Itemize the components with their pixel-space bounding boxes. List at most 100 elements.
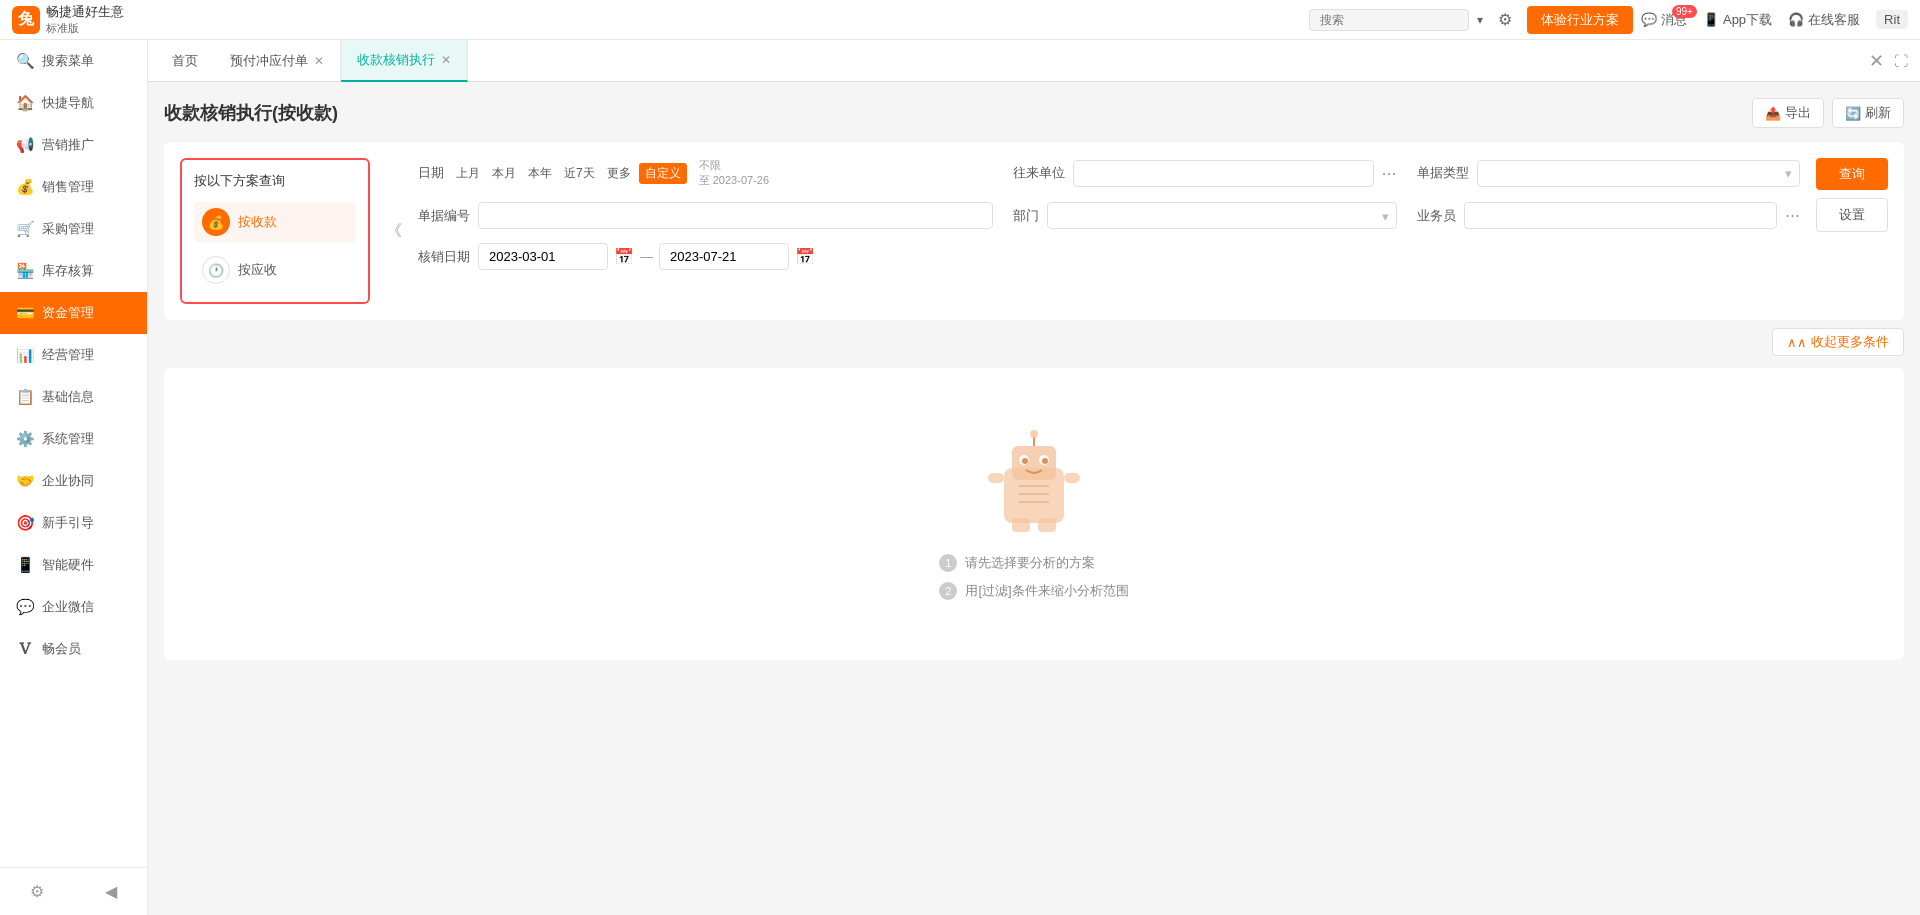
filter-row-2: 单据编号 部门 ▾ [418, 202, 1800, 229]
date-option-custom[interactable]: 自定义 [639, 163, 687, 184]
tip1-num: 1 [939, 554, 957, 572]
sidebar-item-finance[interactable]: 💳 资金管理 [0, 292, 147, 334]
document-type-select-wrap: ▾ [1477, 160, 1800, 187]
empty-tip-2: 2 用[过滤]条件来缩小分析范围 [939, 582, 1128, 600]
filter-action-btns: 查询 设置 [1816, 158, 1888, 304]
sidebar-label-guide: 新手引导 [42, 514, 94, 532]
query-btn[interactable]: 查询 [1816, 158, 1888, 190]
staff-label: 业务员 [1417, 207, 1456, 225]
verify-date-end-cal[interactable]: 📅 [795, 247, 815, 266]
purchase-icon: 🛒 [16, 220, 34, 238]
receipt-option-icon: 💰 [202, 208, 230, 236]
collapse-more-btn[interactable]: ∧∧ 收起更多条件 [1772, 328, 1904, 356]
sidebar-item-basic[interactable]: 📋 基础信息 [0, 376, 147, 418]
document-type-select[interactable] [1477, 160, 1800, 187]
sidebar-item-marketing[interactable]: 📢 营销推广 [0, 124, 147, 166]
user-info[interactable]: Rit [1876, 10, 1908, 29]
page-title: 收款核销执行(按收款) [164, 101, 338, 125]
tip2-text: 用[过滤]条件来缩小分析范围 [965, 582, 1128, 600]
verify-date-start[interactable] [478, 243, 608, 270]
tab-prepay-close[interactable]: ✕ [314, 54, 324, 68]
home-icon: 🏠 [16, 94, 34, 112]
date-label: 日期 [418, 164, 444, 182]
filter-option-receivable[interactable]: 🕐 按应收 [194, 250, 356, 290]
sidebar-item-wechat[interactable]: 💬 企业微信 [0, 586, 147, 628]
edition-label: 标准版 [46, 21, 124, 36]
date-option-more[interactable]: 更多 [603, 163, 635, 184]
tab-bar-expand-btn[interactable]: ⛶ [1890, 53, 1912, 69]
inventory-icon: 🏪 [16, 262, 34, 280]
bottom-settings-btn[interactable]: ⚙ [20, 876, 54, 907]
sidebar-item-purchase[interactable]: 🛒 采购管理 [0, 208, 147, 250]
empty-tips: 1 请先选择要分析的方案 2 用[过滤]条件来缩小分析范围 [939, 554, 1128, 600]
sidebar-label-hardware: 智能硬件 [42, 556, 94, 574]
export-label: 导出 [1785, 104, 1811, 122]
sidebar-item-guide[interactable]: 🎯 新手引导 [0, 502, 147, 544]
sidebar-item-enterprise[interactable]: 🤝 企业协同 [0, 460, 147, 502]
sidebar-item-search[interactable]: 🔍 搜索菜单 [0, 40, 147, 82]
date-option-last-month[interactable]: 上月 [452, 163, 484, 184]
sidebar-label-marketing: 营销推广 [42, 136, 94, 154]
export-btn[interactable]: 📤 导出 [1752, 98, 1824, 128]
online-service-btn[interactable]: 🎧 在线客服 [1788, 11, 1860, 29]
sidebar-label-basic: 基础信息 [42, 388, 94, 406]
verify-date-start-cal[interactable]: 📅 [614, 247, 634, 266]
message-btn[interactable]: 💬 消息 99+ [1641, 11, 1687, 29]
filter-fields: 日期 上月 本月 本年 近7天 更多 自定义 不限 至 [418, 158, 1800, 304]
system-icon: ⚙️ [16, 430, 34, 448]
search-dropdown[interactable]: ▾ [1477, 13, 1483, 27]
empty-state: 1 请先选择要分析的方案 2 用[过滤]条件来缩小分析范围 [164, 368, 1904, 660]
enterprise-icon: 🤝 [16, 472, 34, 490]
date-no-limit-group: 不限 至 2023-07-26 [699, 158, 769, 188]
refresh-btn[interactable]: 🔄 刷新 [1832, 98, 1904, 128]
sidebar-label-wechat: 企业微信 [42, 598, 94, 616]
collapse-sidebar-btn[interactable]: ◀ [95, 876, 127, 907]
refresh-label: 刷新 [1865, 104, 1891, 122]
search-input[interactable] [1309, 9, 1469, 31]
sidebar-item-hardware[interactable]: 📱 智能硬件 [0, 544, 147, 586]
sidebar-item-system[interactable]: ⚙️ 系统管理 [0, 418, 147, 460]
main-layout: 🔍 搜索菜单 🏠 快捷导航 📢 营销推广 💰 销售管理 🛒 采购管理 🏪 库存核… [0, 40, 1920, 915]
filter-collapse-toggle[interactable]: 《 [386, 158, 402, 304]
counterparty-input[interactable] [1073, 160, 1373, 187]
settings-icon[interactable]: ⚙ [1491, 6, 1519, 34]
staff-input[interactable] [1464, 202, 1777, 229]
tab-prepay[interactable]: 预付冲应付单 ✕ [214, 40, 341, 82]
filter-panel: 按以下方案查询 💰 按收款 🕐 按应收 《 [164, 142, 1904, 320]
app-download-btn[interactable]: 📱 App下载 [1703, 11, 1772, 29]
verify-date-separator: — [640, 249, 653, 264]
sidebar-item-shortcut[interactable]: 🏠 快捷导航 [0, 82, 147, 124]
tab-home[interactable]: 首页 [156, 40, 214, 82]
business-icon: 📊 [16, 346, 34, 364]
document-no-input[interactable] [478, 202, 993, 229]
industry-btn[interactable]: 体验行业方案 [1527, 6, 1633, 34]
sidebar-label-finance: 资金管理 [42, 304, 94, 322]
sidebar-label-purchase: 采购管理 [42, 220, 94, 238]
sidebar-item-member[interactable]: Ⅴ 畅会员 [0, 628, 147, 670]
filter-option-receipt[interactable]: 💰 按收款 [194, 202, 356, 242]
content-area: 首页 预付冲应付单 ✕ 收款核销执行 ✕ ✕ ⛶ 收款核销执行(按收款) 📤 [148, 40, 1920, 915]
verify-date-end[interactable] [659, 243, 789, 270]
counterparty-field: 往来单位 ··· [1013, 160, 1396, 187]
tab-collection-label: 收款核销执行 [357, 51, 435, 69]
tab-bar-close-btn[interactable]: ✕ [1863, 50, 1890, 72]
settings-btn[interactable]: 设置 [1816, 198, 1888, 232]
sales-icon: 💰 [16, 178, 34, 196]
date-option-7days[interactable]: 近7天 [560, 163, 599, 184]
counterparty-more-icon[interactable]: ··· [1382, 163, 1397, 184]
tab-collection[interactable]: 收款核销执行 ✕ [341, 40, 468, 82]
date-option-this-year[interactable]: 本年 [524, 163, 556, 184]
sidebar-label-member: 畅会员 [42, 640, 81, 658]
staff-field: 业务员 ··· [1417, 202, 1800, 229]
sidebar-item-inventory[interactable]: 🏪 库存核算 [0, 250, 147, 292]
app-label: App下载 [1723, 11, 1772, 29]
department-select[interactable] [1047, 202, 1396, 229]
app-icon: 📱 [1703, 12, 1719, 27]
wechat-icon: 💬 [16, 598, 34, 616]
date-options-group: 上月 本月 本年 近7天 更多 自定义 [452, 163, 687, 184]
tab-collection-close[interactable]: ✕ [441, 53, 451, 67]
sidebar-item-sales[interactable]: 💰 销售管理 [0, 166, 147, 208]
staff-more-icon[interactable]: ··· [1785, 205, 1800, 226]
date-option-this-month[interactable]: 本月 [488, 163, 520, 184]
sidebar-item-business[interactable]: 📊 经营管理 [0, 334, 147, 376]
